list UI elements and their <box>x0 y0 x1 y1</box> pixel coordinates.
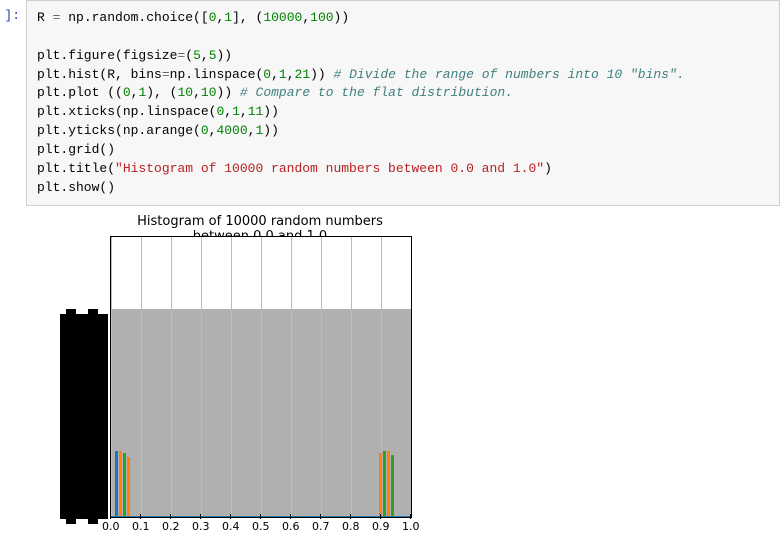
plot-area <box>110 236 412 518</box>
bar-0-a <box>115 451 118 517</box>
flat-line <box>111 516 411 518</box>
bar-1-b <box>383 451 386 517</box>
code-cell[interactable]: R = np.random.choice([0,1], (10000,100))… <box>26 0 780 206</box>
input-cell-row: ]: R = np.random.choice([0,1], (10000,10… <box>0 0 780 206</box>
bar-1-d <box>391 455 394 517</box>
input-prompt: ]: <box>0 0 26 23</box>
output-area: Histogram of 10000 random numbers betwee… <box>60 206 780 554</box>
bar-0-b <box>119 451 122 517</box>
bar-0-d <box>127 457 130 517</box>
bar-1-a <box>379 453 382 517</box>
bar-0-c <box>123 453 126 517</box>
bar-1-c <box>387 451 390 517</box>
ytick-clutter <box>60 314 108 519</box>
histogram-chart: Histogram of 10000 random numbers betwee… <box>60 214 420 554</box>
xtick-row: 0.0 0.1 0.2 0.3 0.4 0.5 0.6 0.7 0.8 0.9 … <box>110 520 410 538</box>
